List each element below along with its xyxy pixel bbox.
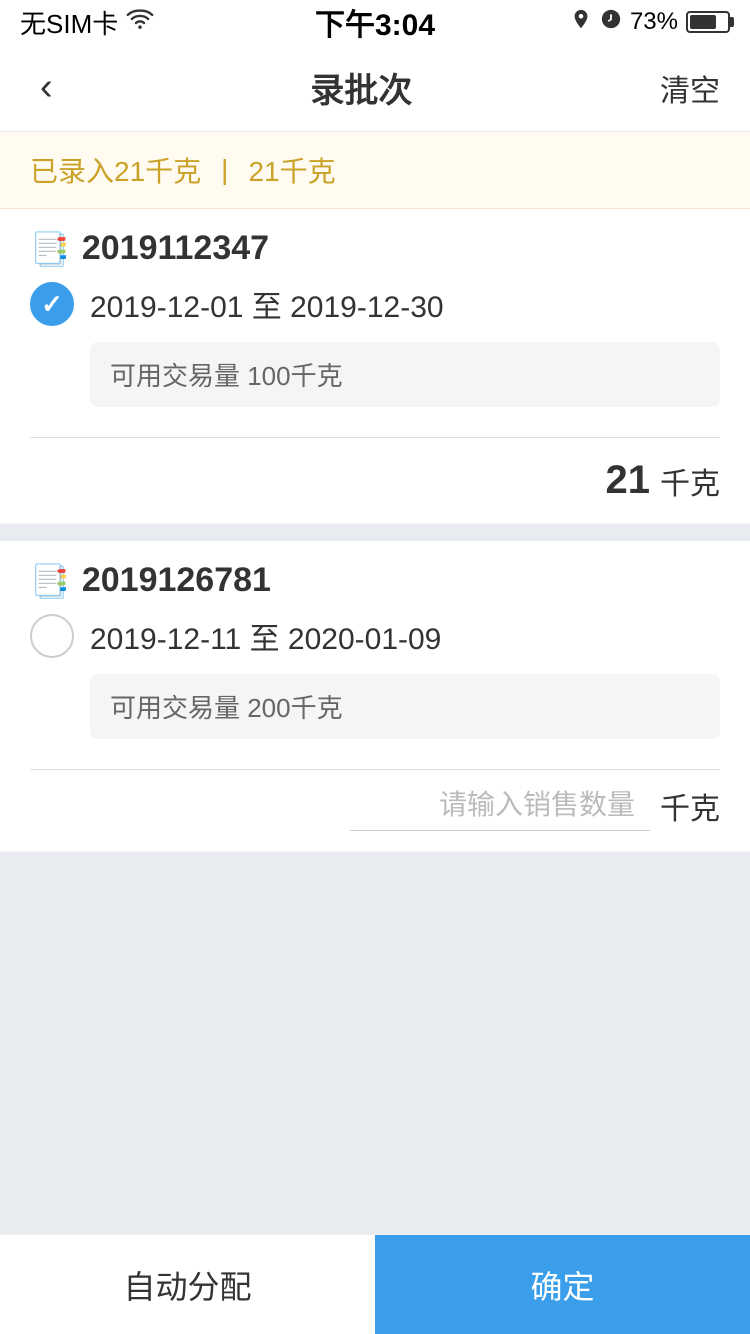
status-banner: 已录入21千克 | 21千克 bbox=[0, 132, 750, 209]
batch-id-1: 2019112347 bbox=[82, 229, 269, 268]
battery-icon bbox=[686, 11, 730, 33]
back-button[interactable]: ‹ bbox=[30, 56, 63, 119]
location-icon bbox=[570, 8, 592, 37]
page-title: 录批次 bbox=[310, 63, 412, 112]
available-qty-2: 可用交易量 200千克 bbox=[90, 674, 720, 739]
section-divider bbox=[0, 525, 750, 541]
available-qty-1: 可用交易量 100千克 bbox=[90, 342, 720, 407]
recorded-label: 已录入21千克 bbox=[30, 150, 201, 190]
document-icon-2: 📑 bbox=[30, 562, 70, 600]
batch-item-2[interactable]: 📑 2019126781 2019-12-11 至 2020-01-09 可用交… bbox=[0, 541, 750, 769]
wifi-icon bbox=[126, 5, 154, 40]
status-bar: 无SIM卡 下午3:04 73% bbox=[0, 0, 750, 44]
empty-area bbox=[0, 853, 750, 1293]
amount-row-1: 21 千克 bbox=[0, 438, 750, 523]
alarm-icon bbox=[600, 8, 622, 37]
batch-header-2: 📑 2019126781 bbox=[30, 561, 720, 600]
battery-percent: 73% bbox=[630, 8, 678, 36]
status-right: 73% bbox=[570, 8, 730, 37]
batch-date-2: 2019-12-11 至 2020-01-09 bbox=[90, 614, 441, 658]
confirm-button[interactable]: 确定 bbox=[375, 1235, 750, 1334]
batch-date-1: 2019-12-01 至 2019-12-30 bbox=[90, 282, 444, 326]
radio-button-1[interactable] bbox=[30, 282, 74, 326]
batch-date-row-1: 2019-12-01 至 2019-12-30 bbox=[30, 282, 720, 326]
batch-card-2: 📑 2019126781 2019-12-11 至 2020-01-09 可用交… bbox=[0, 541, 750, 851]
status-time: 下午3:04 bbox=[315, 0, 435, 44]
amount-unit-1: 千克 bbox=[660, 459, 720, 503]
amount-value-1: 21 bbox=[606, 458, 651, 503]
quantity-input-2[interactable] bbox=[350, 780, 650, 831]
amount-input-row-2[interactable]: 千克 bbox=[0, 770, 750, 851]
amount-unit-2: 千克 bbox=[660, 784, 720, 828]
status-left: 无SIM卡 bbox=[20, 4, 154, 41]
batch-id-2: 2019126781 bbox=[82, 561, 271, 600]
batch-card-1: 📑 2019112347 2019-12-01 至 2019-12-30 可用交… bbox=[0, 209, 750, 523]
total-label: 21千克 bbox=[248, 150, 335, 190]
nav-bar: ‹ 录批次 清空 bbox=[0, 44, 750, 132]
auto-distribute-button[interactable]: 自动分配 bbox=[0, 1235, 375, 1334]
carrier-label: 无SIM卡 bbox=[20, 4, 118, 41]
batch-header-1: 📑 2019112347 bbox=[30, 229, 720, 268]
batch-date-row-2: 2019-12-11 至 2020-01-09 bbox=[30, 614, 720, 658]
banner-divider: | bbox=[221, 154, 228, 186]
document-icon-1: 📑 bbox=[30, 230, 70, 268]
clear-button[interactable]: 清空 bbox=[660, 66, 720, 110]
batch-item-1[interactable]: 📑 2019112347 2019-12-01 至 2019-12-30 可用交… bbox=[0, 209, 750, 437]
bottom-bar: 自动分配 确定 bbox=[0, 1234, 750, 1334]
radio-button-2[interactable] bbox=[30, 614, 74, 658]
